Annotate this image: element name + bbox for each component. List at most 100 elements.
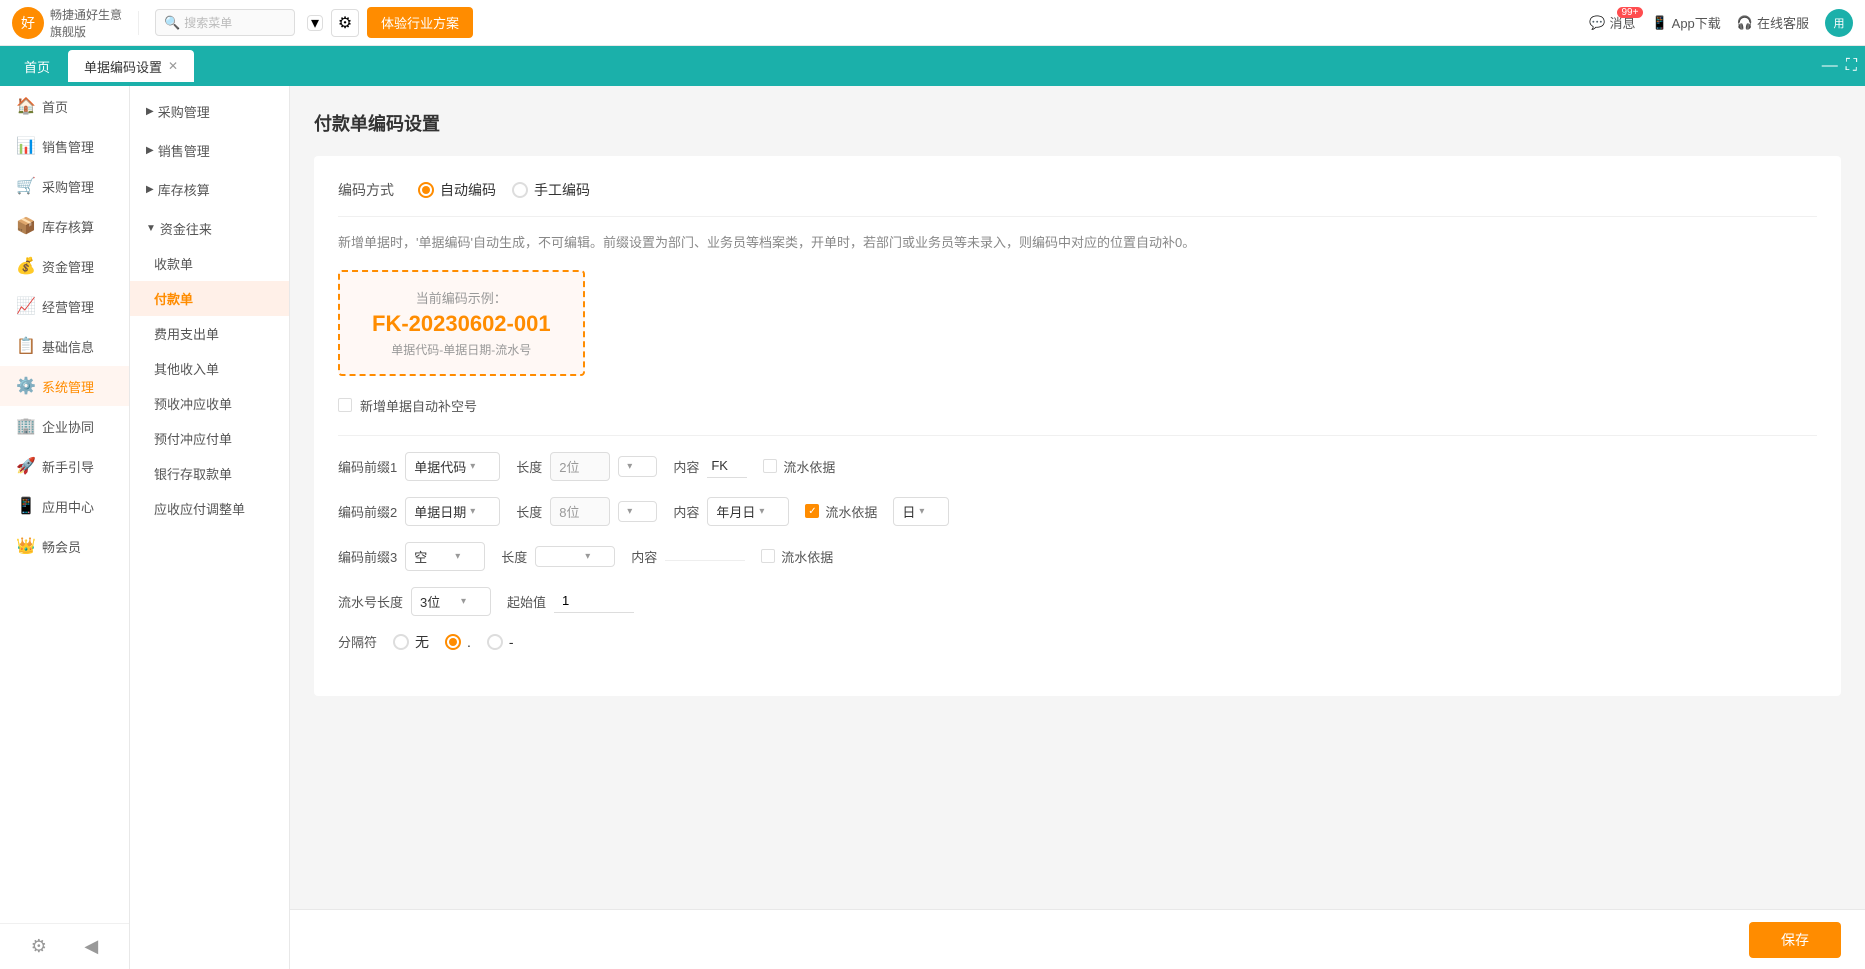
app-icon: 📱 [1651,15,1667,31]
dropdown-icon[interactable]: ▾ [307,15,323,31]
stream2-unit-select[interactable]: 日 ▾ [893,497,949,526]
content2-select[interactable]: 年月日 ▾ [707,497,789,526]
save-button[interactable]: 保存 [1749,922,1841,958]
length2-input[interactable]: 8位 [550,497,610,526]
sec-group-sales: ▶ 销售管理 [130,133,289,168]
length1-input[interactable]: 2位 [550,452,610,481]
sec-item-bank-deposit[interactable]: 银行存取款单 [130,456,289,491]
start-value-input[interactable] [554,589,634,613]
sidebar-item-enterprise[interactable]: 🏢 企业协同 [0,406,129,446]
sec-group-fund-header[interactable]: ▼ 资金往来 [130,211,289,246]
finance-icon: 💰 [16,256,34,276]
home-tab-label: 首页 [24,57,50,76]
sec-item-payment[interactable]: 付款单 [130,281,289,316]
operation-icon: 📈 [16,296,34,316]
sidebar-item-inventory[interactable]: 📦 库存核算 [0,206,129,246]
sep-none-radio[interactable]: 无 [393,632,429,652]
content3-value [665,552,745,561]
auto-fill-label: 新增单据自动补空号 [360,396,477,415]
tab-close-icon[interactable]: ✕ [168,59,178,73]
stream3-field: 流水依据 [761,547,833,566]
app-download-button[interactable]: 📱 App下载 [1651,13,1720,32]
sec-item-receivable-adjust[interactable]: 应收应付调整单 [130,491,289,526]
auto-encode-radio-btn[interactable] [418,182,434,198]
action-bar: 保存 [290,909,1865,969]
length3-select[interactable]: ▾ [535,546,615,567]
message-button[interactable]: 💬 消息 99+ [1589,13,1635,32]
sec-item-advance-receivable[interactable]: 预收冲应收单 [130,386,289,421]
sidebar-item-system[interactable]: ⚙️ 系统管理 [0,366,129,406]
sidebar-item-home[interactable]: 🏠 首页 [0,86,129,126]
sidebar-item-newbie[interactable]: 🚀 新手引导 [0,446,129,486]
sidebar-item-member[interactable]: 👑 畅会员 [0,526,129,566]
serial-row: 流水号长度 3位 ▾ 起始值 [338,587,1817,616]
home-icon: 🏠 [16,96,34,116]
manual-encode-radio-btn[interactable] [512,182,528,198]
user-avatar[interactable]: 用 [1825,9,1853,37]
stream3-checkbox[interactable] [761,549,775,563]
prefix1-select[interactable]: 单据代码 ▾ [405,452,500,481]
prefix3-field: 编码前缀3 空 ▾ [338,542,485,571]
stream2-checkbox[interactable]: ✓ [805,504,819,518]
length2-select[interactable]: ▾ [618,501,657,522]
sidebar-item-finance[interactable]: 💰 资金管理 [0,246,129,286]
sec-group-inventory-header[interactable]: ▶ 库存核算 [130,172,289,207]
collapse-icon[interactable]: ◀ [84,936,98,957]
sec-group-sales-header[interactable]: ▶ 销售管理 [130,133,289,168]
encode-method-radio-group: 自动编码 手工编码 [418,180,590,200]
topbar-left: 好 畅捷通好生意 旗舰版 🔍 搜索菜单 ▾ ⚙ 体验行业方案 [12,6,473,40]
sidebar: 🏠 首页 📊 销售管理 🛒 采购管理 📦 库存核算 💰 资金管理 📈 经营管理 … [0,86,130,969]
stream1-checkbox[interactable] [763,459,777,473]
minimize-button[interactable]: — [1822,57,1838,75]
message-icon: 💬 [1589,15,1605,31]
manual-encode-radio[interactable]: 手工编码 [512,180,590,200]
manual-encode-label: 手工编码 [534,180,590,200]
maximize-button[interactable]: ⛶ [1846,57,1857,75]
settings-bottom-icon[interactable]: ⚙ [31,936,47,957]
sec-item-expense[interactable]: 费用支出单 [130,316,289,351]
sidebar-item-app[interactable]: 📱 应用中心 [0,486,129,526]
prefix2-field: 编码前缀2 单据日期 ▾ [338,497,500,526]
sidebar-item-operation[interactable]: 📈 经营管理 [0,286,129,326]
content3-label: 内容 [631,547,657,566]
enterprise-icon: 🏢 [16,416,34,436]
tab-encode-setting[interactable]: 单据编码设置 ✕ [68,50,194,82]
sec-group-purchase-header[interactable]: ▶ 采购管理 [130,94,289,129]
sec-item-receipt[interactable]: 收款单 [130,246,289,281]
auto-encode-radio[interactable]: 自动编码 [418,180,496,200]
chevron-down-icon: ▾ [470,461,475,472]
sep-dash-radio-btn[interactable] [487,634,503,650]
preview-label: 当前编码示例： [372,288,551,307]
sep-none-radio-btn[interactable] [393,634,409,650]
stream1-label: 流水依据 [783,457,835,476]
logo: 好 畅捷通好生意 旗舰版 [12,6,122,40]
logo-icon: 好 [12,7,44,39]
tab-home[interactable]: 首页 [8,50,66,82]
sep-dash-radio[interactable]: - [487,634,514,650]
prefix3-select[interactable]: 空 ▾ [405,542,485,571]
stream3-label: 流水依据 [781,547,833,566]
search-input[interactable]: 🔍 搜索菜单 [155,9,295,36]
sec-item-advance-payable[interactable]: 预付冲应付单 [130,421,289,456]
prefix2-select[interactable]: 单据日期 ▾ [405,497,500,526]
sidebar-item-sales[interactable]: 📊 销售管理 [0,126,129,166]
sep-dot-radio[interactable]: . [445,634,471,650]
sidebar-item-basic[interactable]: 📋 基础信息 [0,326,129,366]
sep-dot-radio-btn[interactable] [445,634,461,650]
chevron-down-icon: ▾ [455,551,460,562]
serial-length-field: 流水号长度 3位 ▾ [338,587,491,616]
length2-label: 长度 [516,502,542,521]
experience-button[interactable]: 体验行业方案 [367,7,473,38]
auto-fill-row: 新增单据自动补空号 [338,396,1817,415]
preview-code: FK-20230602-001 [372,311,551,337]
sidebar-item-purchase[interactable]: 🛒 采购管理 [0,166,129,206]
prefix-row-3: 编码前缀3 空 ▾ 长度 ▾ 内容 [338,542,1817,571]
settings-icon[interactable]: ⚙ [331,9,359,37]
online-service-button[interactable]: 🎧 在线客服 [1737,13,1809,32]
sec-item-other-income[interactable]: 其他收入单 [130,351,289,386]
separator-row: 分隔符 无 . - [338,632,1817,652]
settings-card: 编码方式 自动编码 手工编码 新增单据时，'单据编码'自动生成，不可编辑。前缀设… [314,156,1841,696]
auto-fill-checkbox[interactable] [338,398,352,412]
serial-length-select[interactable]: 3位 ▾ [411,587,491,616]
length1-select[interactable]: ▾ [618,456,657,477]
